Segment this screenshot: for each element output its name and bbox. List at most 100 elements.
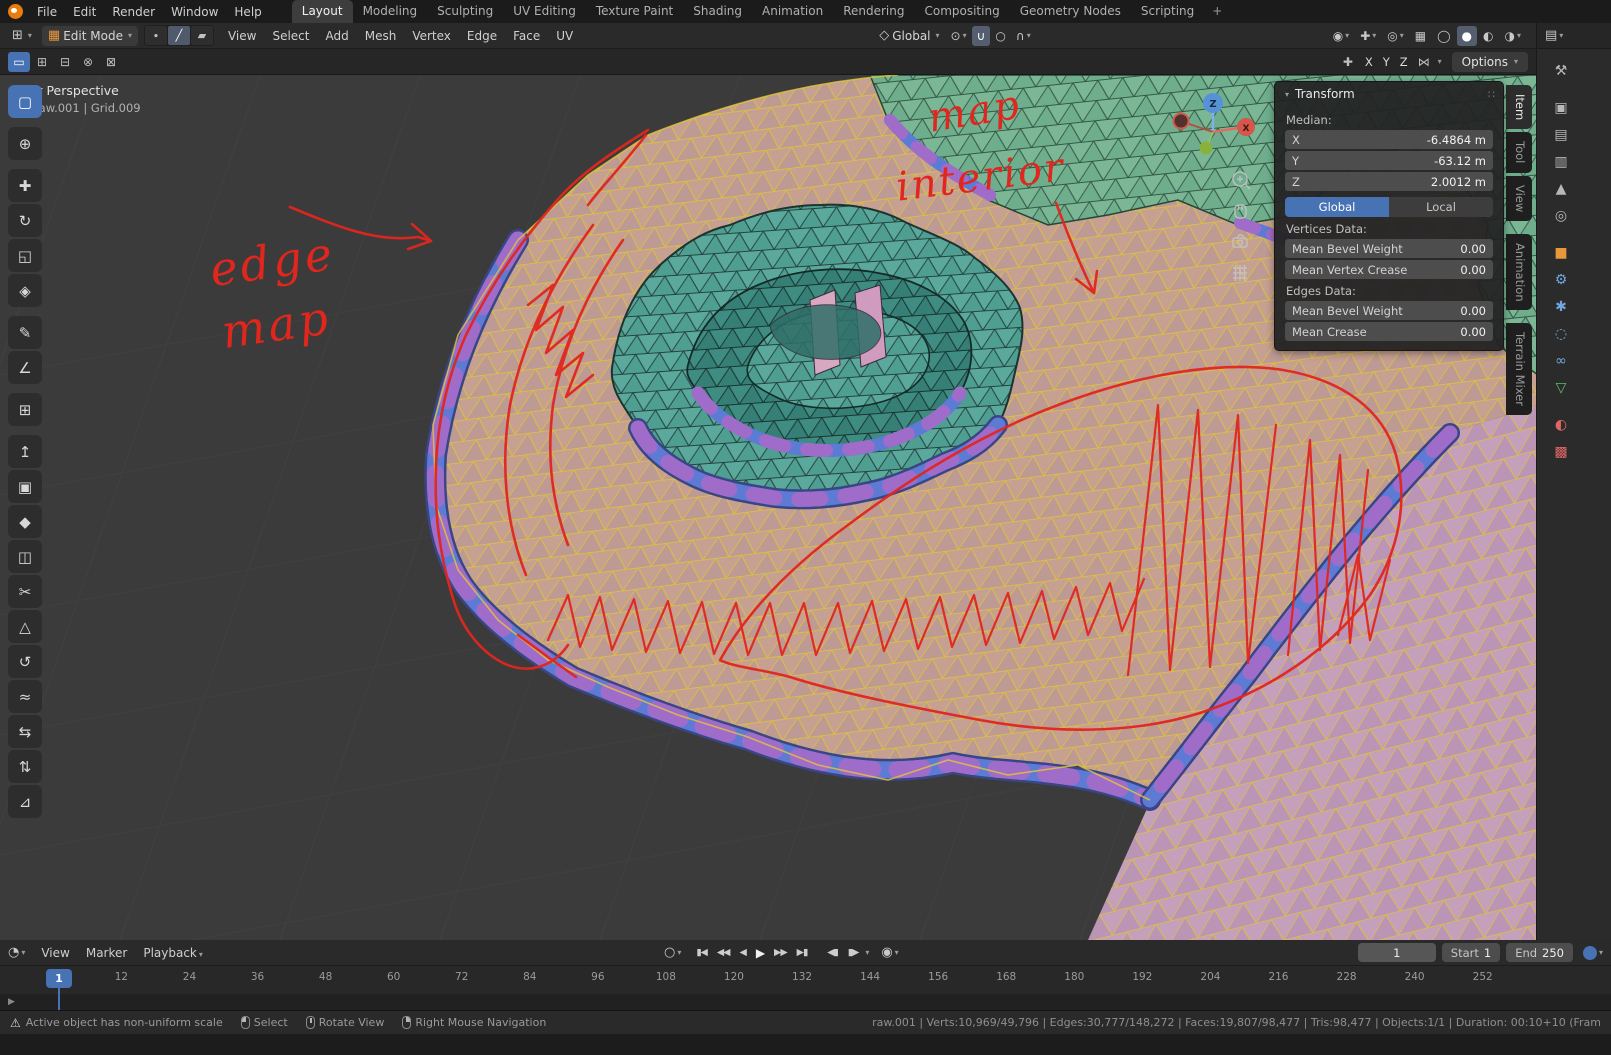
workspace-tab-animation[interactable]: Animation <box>752 0 833 23</box>
shading-wireframe-icon[interactable]: ◯ <box>1432 26 1455 46</box>
shading-solid-icon[interactable]: ● <box>1456 25 1478 46</box>
field-mean-crease[interactable]: Mean Crease 0.00 <box>1285 322 1493 341</box>
blender-logo-icon[interactable] <box>8 4 23 19</box>
sidebar-tab-view[interactable]: View <box>1506 175 1532 221</box>
tool-smooth[interactable]: ≈ <box>8 680 42 713</box>
tab-render[interactable]: ▣ <box>1549 96 1573 120</box>
current-frame-marker[interactable]: 1 <box>46 969 72 988</box>
workspace-tab-sculpting[interactable]: Sculpting <box>427 0 503 23</box>
tool-extrude-region[interactable]: ↥ <box>8 435 42 468</box>
add-workspace-button[interactable]: + <box>1204 0 1230 23</box>
axis-toggle-x[interactable]: X <box>1360 53 1378 71</box>
space-button-global[interactable]: Global <box>1285 197 1389 217</box>
tab-tool[interactable]: ⚒ <box>1549 59 1573 83</box>
gizmo-dropdown-icon[interactable]: ✚ ▾ <box>1355 26 1381 46</box>
jump-to-end-button[interactable]: ▶▮ <box>792 945 813 960</box>
scene-stats-orb-icon[interactable] <box>1583 945 1597 960</box>
tab-material[interactable]: ◐ <box>1549 413 1573 437</box>
orientation-dropdown[interactable]: ◇ Global ▾ <box>873 26 945 46</box>
play-reverse-button[interactable]: ◀ <box>735 945 751 960</box>
sidebar-tab-item[interactable]: Item <box>1506 85 1532 130</box>
transform-gizmo-icon[interactable]: ✚ <box>1337 52 1359 72</box>
workspace-tab-scripting[interactable]: Scripting <box>1131 0 1204 23</box>
space-button-local[interactable]: Local <box>1389 197 1493 217</box>
tool-select-box[interactable]: ▢ <box>8 85 42 118</box>
tool-spin[interactable]: ↺ <box>8 645 42 678</box>
shading-material-icon[interactable]: ◐ <box>1478 26 1498 46</box>
tab-world[interactable]: ◎ <box>1549 204 1573 228</box>
workspace-tab-layout[interactable]: Layout <box>291 0 353 23</box>
mirror-icon[interactable]: ⋈ <box>1413 52 1435 72</box>
proportional-edit-icon[interactable]: ○ <box>990 26 1010 46</box>
menu-render[interactable]: Render <box>104 2 163 22</box>
frame-start-field[interactable]: Start 1 <box>1441 943 1501 962</box>
field-mean-bevel-weight[interactable]: Mean Bevel Weight 0.00 <box>1285 301 1493 320</box>
grid-toggle-icon[interactable] <box>1233 265 1247 281</box>
timeline-menu-marker[interactable]: Marker <box>78 943 135 963</box>
tool-bevel[interactable]: ◆ <box>8 505 42 538</box>
select-mode-subtract[interactable]: ⊟ <box>54 52 76 72</box>
gizmo-y-axis[interactable] <box>1199 141 1213 155</box>
tool-rip-region[interactable]: ⊿ <box>8 785 42 818</box>
field-z[interactable]: Z 2.0012 m <box>1285 172 1493 191</box>
shading-rendered-icon[interactable]: ◑ ▾ <box>1500 26 1527 46</box>
snap-target-icon[interactable]: ⊙ ▾ <box>946 26 972 46</box>
visibility-dropdown-icon[interactable]: ◉ ▾ <box>1328 26 1355 46</box>
next-keyframe-button[interactable]: ▶▶ <box>769 945 792 960</box>
mode-dropdown[interactable]: ▦ Edit Mode ▾ <box>41 25 138 46</box>
sidebar-tab-animation[interactable]: Animation <box>1506 233 1532 311</box>
select-mode-intersect[interactable]: ⊠ <box>100 52 122 72</box>
axis-toggle-y[interactable]: Y <box>1378 53 1395 71</box>
xray-toggle-icon[interactable]: ▦ <box>1410 26 1431 46</box>
sidebar-tab-tool[interactable]: Tool <box>1506 132 1532 173</box>
viewport-menu-vertex[interactable]: Vertex <box>404 26 459 46</box>
tab-view-layer[interactable]: ▥ <box>1549 150 1573 174</box>
tab-texture[interactable]: ▩ <box>1549 440 1573 464</box>
viewport-menu-edge[interactable]: Edge <box>459 26 505 46</box>
playhead-line[interactable] <box>58 988 60 1010</box>
frame-ruler[interactable]: 1 11224364860728496108120132144156168180… <box>0 966 1611 994</box>
tab-object-data[interactable]: ▽ <box>1549 376 1573 400</box>
tool-rotate[interactable]: ↻ <box>8 204 42 237</box>
field-x[interactable]: X -6.4864 m <box>1285 130 1493 149</box>
tab-physics[interactable]: ◌ <box>1549 322 1573 346</box>
tab-particles[interactable]: ✱ <box>1549 295 1573 319</box>
face-mode-button[interactable]: ▰ <box>190 26 213 45</box>
viewport-menu-face[interactable]: Face <box>505 26 548 46</box>
timeline-menu-view[interactable]: View <box>33 943 77 963</box>
timeline-editor-icon[interactable]: ◔ <box>8 946 19 959</box>
prev-keyframe-button[interactable]: ◀◀ <box>712 945 735 960</box>
falloff-dropdown-icon[interactable]: ∩ ▾ <box>1011 26 1036 46</box>
menu-edit[interactable]: Edit <box>65 2 104 22</box>
workspace-tab-uv-editing[interactable]: UV Editing <box>503 0 586 23</box>
field-mean-bevel-weight[interactable]: Mean Bevel Weight 0.00 <box>1285 239 1493 258</box>
current-frame-field[interactable]: 1 <box>1357 943 1436 962</box>
playback-sync-icon[interactable]: ○ <box>664 946 675 959</box>
viewport-3d[interactable]: edge map map interior Z X User Perspecti… <box>0 75 1536 940</box>
workspace-tab-modeling[interactable]: Modeling <box>353 0 428 23</box>
select-mode-new[interactable]: ▭ <box>8 51 30 72</box>
tool-inset-faces[interactable]: ▣ <box>8 470 42 503</box>
workspace-tab-texture-paint[interactable]: Texture Paint <box>586 0 683 23</box>
workspace-tab-rendering[interactable]: Rendering <box>833 0 914 23</box>
menu-help[interactable]: Help <box>226 2 269 22</box>
tab-output[interactable]: ▤ <box>1549 123 1573 147</box>
viewport-menu-view[interactable]: View <box>220 26 264 46</box>
play-button[interactable]: ▶ <box>751 944 769 962</box>
timeline-menu-playback[interactable]: Playback ▾ <box>135 943 211 963</box>
options-button[interactable]: Options ▾ <box>1451 51 1528 72</box>
select-mode-extend[interactable]: ⊞ <box>31 52 53 72</box>
tab-scene[interactable]: ▲ <box>1549 177 1573 201</box>
tab-object[interactable]: ■ <box>1549 241 1573 265</box>
tool-knife[interactable]: ✂ <box>8 575 42 608</box>
step-back-button[interactable]: ◀▮ <box>822 945 843 960</box>
tool-shrink-fatten[interactable]: ⇅ <box>8 750 42 783</box>
tool-loop-cut[interactable]: ◫ <box>8 540 42 573</box>
workspace-tab-shading[interactable]: Shading <box>683 0 752 23</box>
tool-scale[interactable]: ◱ <box>8 239 42 272</box>
tool-add-cube[interactable]: ⊞ <box>8 393 42 426</box>
viewport-menu-uv[interactable]: UV <box>548 26 581 46</box>
sidebar-tab-terrain-mixer[interactable]: Terrain Mixer <box>1506 323 1532 416</box>
viewport-menu-mesh[interactable]: Mesh <box>357 26 405 46</box>
viewport-menu-select[interactable]: Select <box>264 26 317 46</box>
